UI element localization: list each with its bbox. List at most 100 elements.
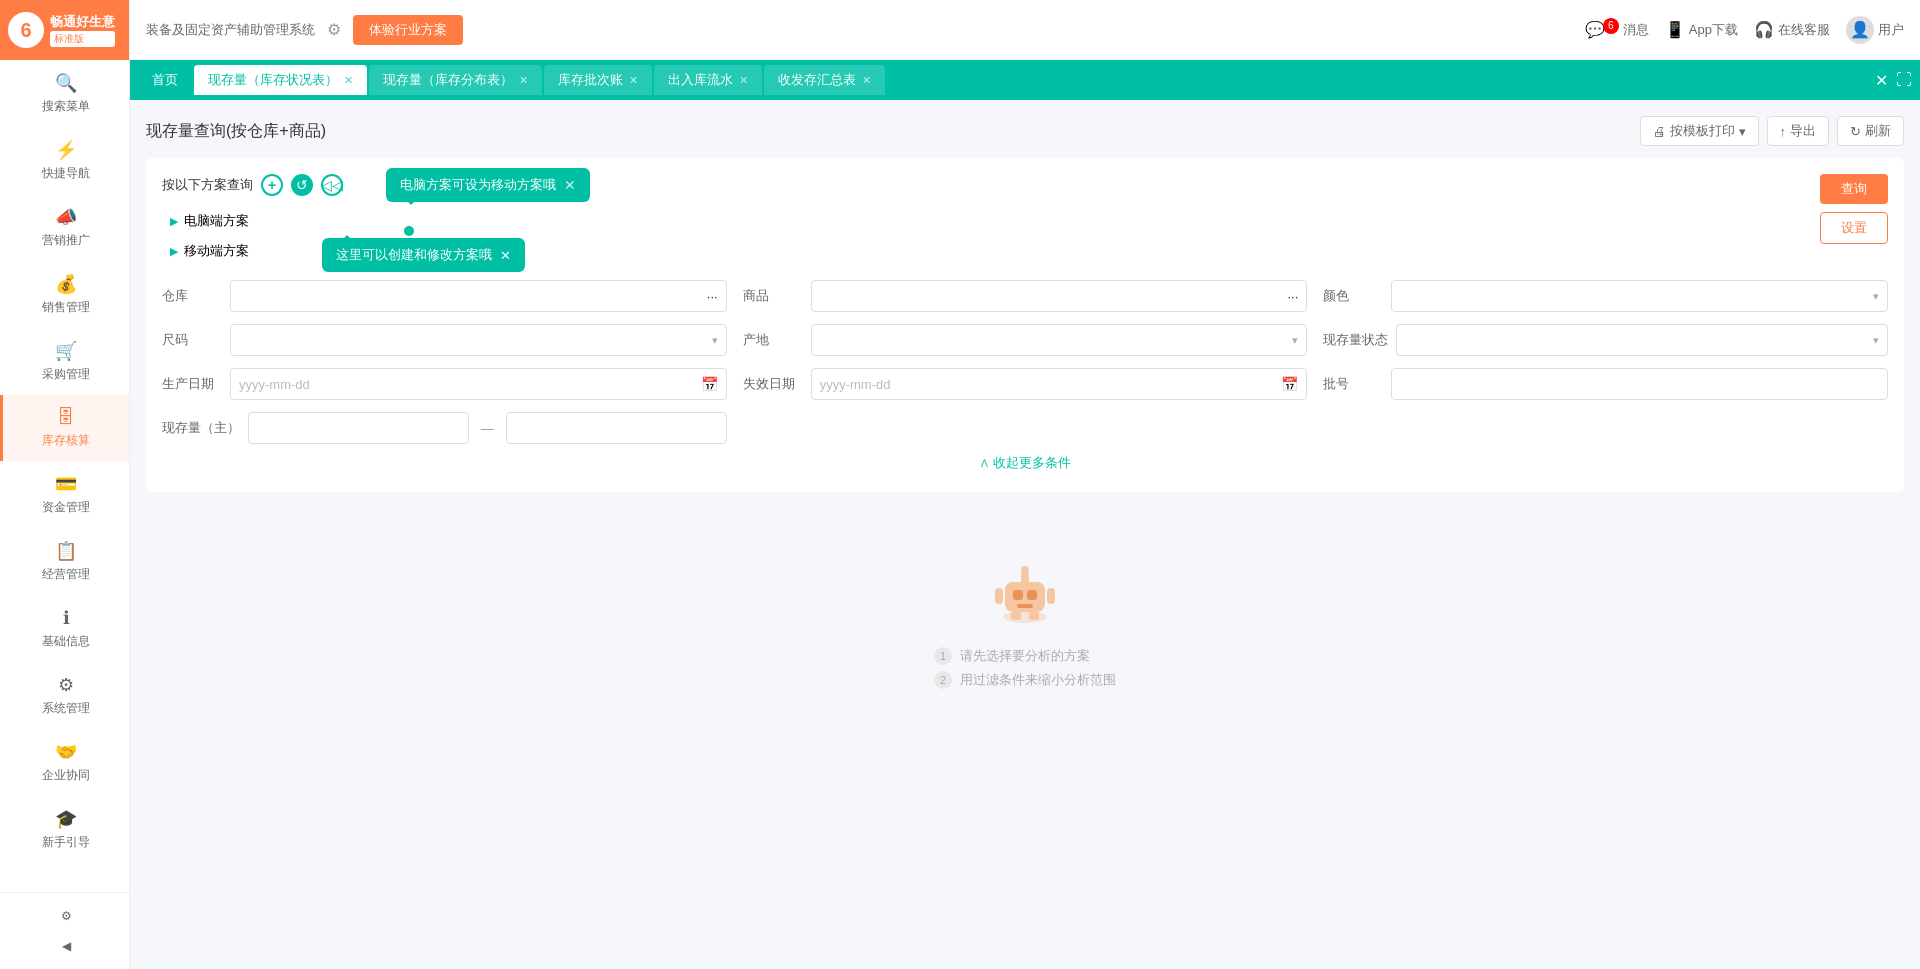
newbie-icon: 🎓 bbox=[55, 808, 77, 830]
message-icon: 💬 bbox=[1585, 20, 1605, 39]
user-btn[interactable]: 👤 用户 bbox=[1846, 16, 1904, 44]
svg-point-0 bbox=[1003, 611, 1047, 623]
svg-rect-3 bbox=[1027, 590, 1037, 600]
tab-batch[interactable]: 库存批次账 ✕ bbox=[544, 65, 652, 95]
page-title-bar: 现存量查询(按仓库+商品) 🖨 按模板打印 ▾ ↑ 导出 ↻ 刷新 bbox=[146, 116, 1904, 146]
sidebar-item-newbie[interactable]: 🎓 新手引导 bbox=[0, 796, 129, 863]
print-btn[interactable]: 🖨 按模板打印 ▾ bbox=[1640, 116, 1759, 146]
prod-date-start[interactable]: yyyy-mm-dd 📅 bbox=[230, 368, 727, 400]
printer-icon: 🖨 bbox=[1653, 124, 1666, 139]
top-header: 装备及固定资产辅助管理系统 ⚙ 体验行业方案 💬 6 消息 📱 App下载 🎧 … bbox=[130, 0, 1920, 60]
reset-button[interactable]: 设置 bbox=[1820, 212, 1888, 244]
sidebar-settings[interactable]: ⚙ bbox=[0, 901, 129, 931]
settings-gear-icon[interactable]: ⚙ bbox=[327, 20, 341, 39]
close-all-btn[interactable]: ✕ bbox=[1875, 71, 1888, 90]
exp-date-start[interactable]: yyyy-mm-dd 📅 bbox=[811, 368, 1308, 400]
finance-icon: 💳 bbox=[55, 473, 77, 495]
sidebar-item-inventory[interactable]: 🗄 库存核算 bbox=[0, 395, 129, 461]
stock-status-select[interactable]: ▾ bbox=[1396, 324, 1888, 356]
empty-icon bbox=[985, 552, 1065, 632]
prod-date-label: 生产日期 bbox=[162, 375, 222, 393]
refresh-btn[interactable]: ↻ 刷新 bbox=[1837, 116, 1904, 146]
industry-btn[interactable]: 体验行业方案 bbox=[353, 15, 463, 45]
search-button[interactable]: 查询 bbox=[1820, 174, 1888, 204]
inventory-icon: 🗄 bbox=[57, 407, 75, 428]
tooltip-create-scheme: 这里可以创建和修改方案哦 ✕ bbox=[322, 238, 525, 272]
svg-rect-10 bbox=[1029, 612, 1039, 620]
scheme-mobile-label: 移动端方案 bbox=[184, 242, 249, 260]
tab-home[interactable]: 首页 bbox=[138, 65, 192, 95]
tab-close-1[interactable]: ✕ bbox=[519, 74, 528, 87]
tab-close-3[interactable]: ✕ bbox=[739, 74, 748, 87]
svg-rect-9 bbox=[1011, 612, 1021, 620]
export-icon: ↑ bbox=[1780, 124, 1787, 139]
stock-main-label: 现存量（主） bbox=[162, 419, 240, 437]
warehouse-select[interactable]: ··· bbox=[230, 280, 727, 312]
empty-state: 1 请先选择要分析的方案 2 用过滤条件来缩小分析范围 bbox=[146, 492, 1904, 752]
filter-goods: 商品 ··· bbox=[743, 280, 1308, 312]
goods-select[interactable]: ··· bbox=[811, 280, 1308, 312]
tooltip2-close[interactable]: ✕ bbox=[500, 248, 511, 263]
origin-select[interactable]: ▾ bbox=[811, 324, 1308, 356]
enterprise-icon: 🤝 bbox=[55, 741, 77, 763]
tab-close-0[interactable]: ✕ bbox=[344, 74, 353, 87]
headset-icon: 🎧 bbox=[1754, 20, 1774, 39]
sidebar-item-purchase[interactable]: 🛒 采购管理 bbox=[0, 328, 129, 395]
filter-header: 按以下方案查询 + ↺ ◁◁ 电脑方案可设为移动方案哦 ✕ bbox=[162, 174, 1888, 196]
marketing-icon: 📣 bbox=[55, 206, 77, 228]
sidebar-item-nav[interactable]: ⚡ 快捷导航 bbox=[0, 127, 129, 194]
header-right: 💬 6 消息 📱 App下载 🎧 在线客服 👤 用户 bbox=[1585, 16, 1904, 44]
tab-close-2[interactable]: ✕ bbox=[629, 74, 638, 87]
sidebar-item-marketing[interactable]: 📣 营销推广 bbox=[0, 194, 129, 261]
sidebar-item-finance[interactable]: 💳 资金管理 bbox=[0, 461, 129, 528]
sales-icon: 💰 bbox=[55, 273, 77, 295]
tab-close-4[interactable]: ✕ bbox=[862, 74, 871, 87]
filter-warehouse: 仓库 ··· bbox=[162, 280, 727, 312]
color-select[interactable]: ▾ bbox=[1391, 280, 1888, 312]
sidebar-item-search[interactable]: 🔍 搜索菜单 bbox=[0, 60, 129, 127]
svg-rect-4 bbox=[1017, 604, 1033, 608]
message-btn[interactable]: 💬 6 消息 bbox=[1585, 20, 1649, 39]
stock-main-min[interactable] bbox=[248, 412, 469, 444]
fullscreen-btn[interactable]: ⛶ bbox=[1896, 71, 1912, 90]
tab-inventory-dist[interactable]: 现存量（库存分布表） ✕ bbox=[369, 65, 542, 95]
tab-flow[interactable]: 出入库流水 ✕ bbox=[654, 65, 762, 95]
tab-inventory-status[interactable]: 现存量（库存状况表） ✕ bbox=[194, 65, 367, 95]
scheme-item-mobile[interactable]: ▶ 移动端方案 bbox=[170, 238, 249, 264]
scheme-list: ▶ 电脑端方案 ▶ 移动端方案 bbox=[170, 208, 249, 264]
collapse-btn[interactable]: ∧ 收起更多条件 bbox=[162, 444, 1888, 476]
tooltip1-close[interactable]: ✕ bbox=[564, 177, 576, 193]
tabs-right-actions: ✕ ⛶ bbox=[1875, 71, 1912, 90]
batch-input[interactable] bbox=[1391, 368, 1888, 400]
back-btn[interactable]: ◁◁ bbox=[321, 174, 343, 196]
collapse-up-icon: ∧ bbox=[979, 455, 994, 470]
sidebar-item-enterprise[interactable]: 🤝 企业协同 bbox=[0, 729, 129, 796]
system-icon: ⚙ bbox=[58, 674, 74, 696]
sidebar-collapse[interactable]: ◀ bbox=[0, 931, 129, 961]
refresh-scheme-btn[interactable]: ↺ bbox=[291, 174, 313, 196]
batch-label: 批号 bbox=[1323, 375, 1383, 393]
size-select[interactable]: ▾ bbox=[230, 324, 727, 356]
search-action-btns: 查询 设置 bbox=[1820, 174, 1888, 244]
app-download-btn[interactable]: 📱 App下载 bbox=[1665, 20, 1738, 39]
hint-1: 1 请先选择要分析的方案 bbox=[934, 644, 1116, 668]
stock-main-max[interactable] bbox=[506, 412, 727, 444]
svg-rect-2 bbox=[1013, 590, 1023, 600]
sidebar-bottom: ⚙ ◀ bbox=[0, 892, 129, 969]
tab-summary[interactable]: 收发存汇总表 ✕ bbox=[764, 65, 885, 95]
refresh-icon: ↻ bbox=[1850, 124, 1861, 139]
basic-icon: ℹ bbox=[63, 607, 70, 629]
add-scheme-btn[interactable]: + bbox=[261, 174, 283, 196]
sidebar-item-operation[interactable]: 📋 经营管理 bbox=[0, 528, 129, 595]
page-title: 现存量查询(按仓库+商品) bbox=[146, 121, 326, 142]
size-label: 尺码 bbox=[162, 331, 222, 349]
scheme-pc-label: 电脑端方案 bbox=[184, 212, 249, 230]
sidebar-item-system[interactable]: ⚙ 系统管理 bbox=[0, 662, 129, 729]
export-btn[interactable]: ↑ 导出 bbox=[1767, 116, 1830, 146]
sidebar-item-sales[interactable]: 💰 销售管理 bbox=[0, 261, 129, 328]
scheme-item-pc[interactable]: ▶ 电脑端方案 bbox=[170, 208, 249, 234]
online-service-btn[interactable]: 🎧 在线客服 bbox=[1754, 20, 1830, 39]
filter-size: 尺码 ▾ bbox=[162, 324, 727, 356]
collapse-icon: ◀ bbox=[62, 939, 71, 953]
sidebar-item-basic[interactable]: ℹ 基础信息 bbox=[0, 595, 129, 662]
